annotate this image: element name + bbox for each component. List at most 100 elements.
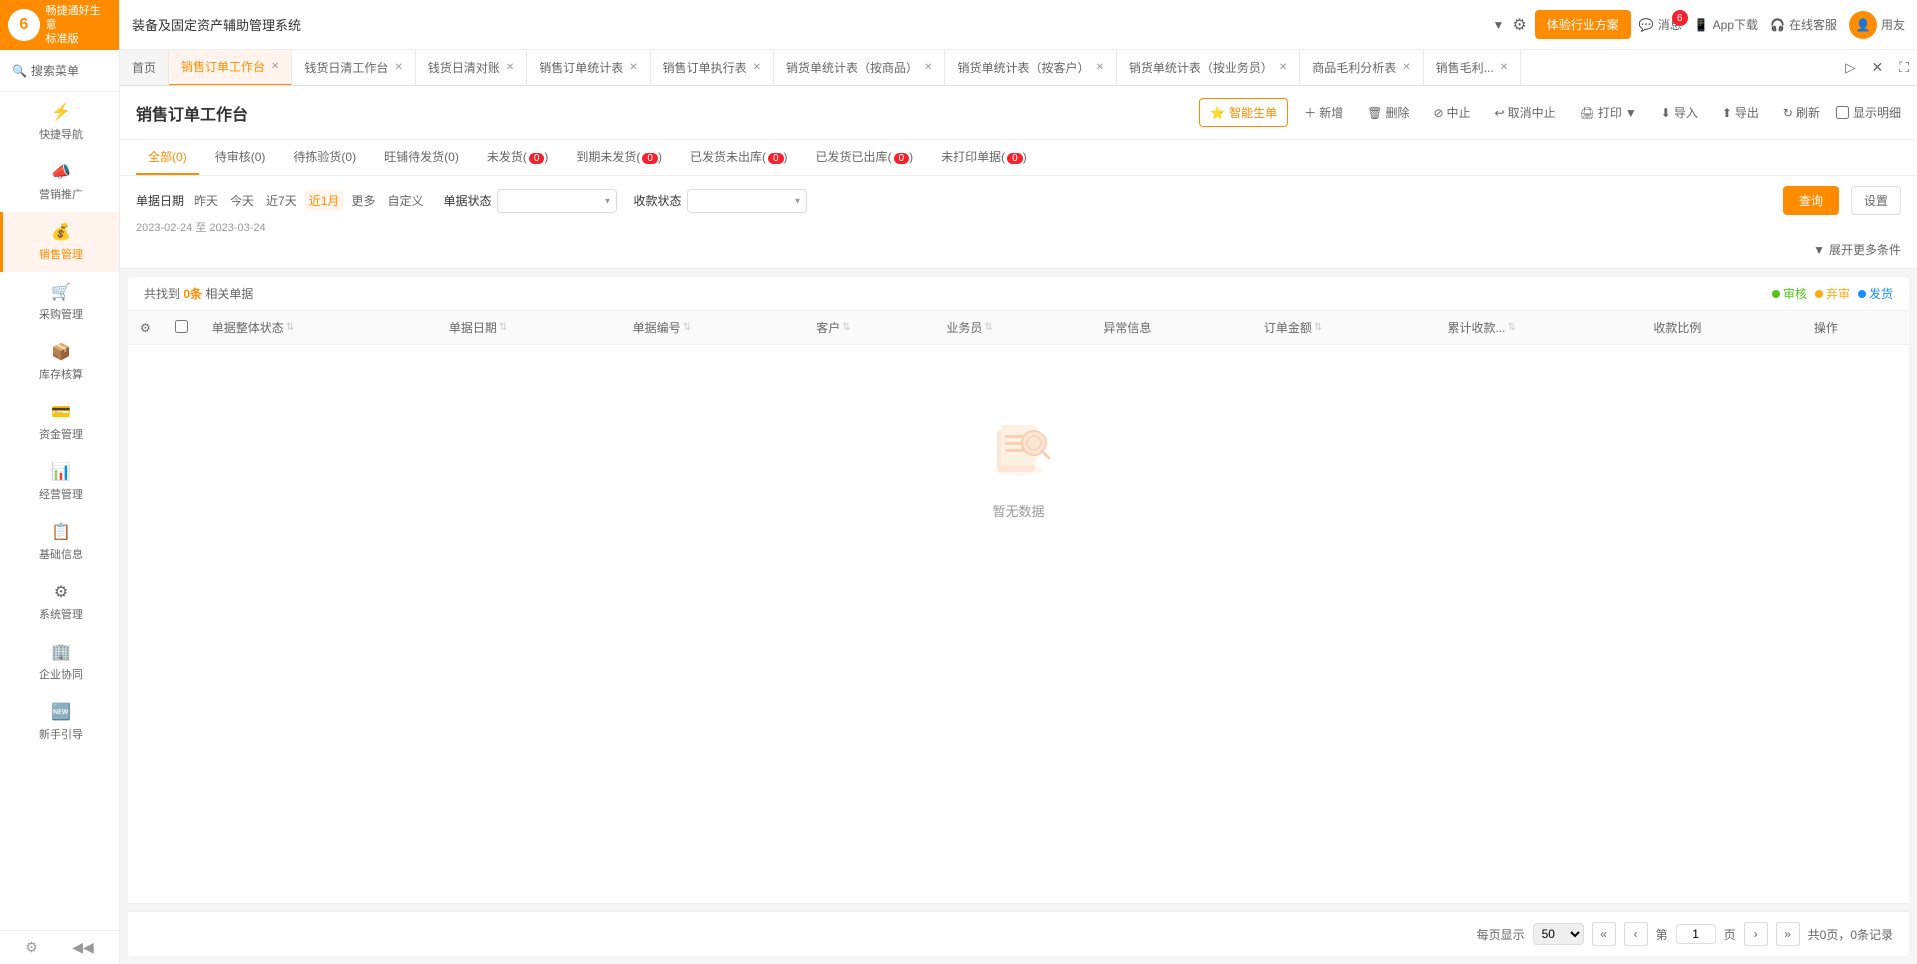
sidebar-item-base-info[interactable]: 📋 基础信息	[0, 512, 119, 572]
online-service-button[interactable]: 🎧 在线客服	[1770, 16, 1837, 33]
sub-tab-overdue-ship[interactable]: 到期未发货(0)	[564, 140, 674, 175]
page-size-select[interactable]: 102050100	[1533, 923, 1584, 945]
tab-close-icon[interactable]: ✕	[271, 61, 279, 72]
tab-sales-product[interactable]: 销货单统计表（按商品）✕	[774, 50, 945, 86]
industry-solution-button[interactable]: 体验行业方案	[1535, 10, 1631, 39]
tab-margin-table[interactable]: 商品毛利分析表✕	[1300, 50, 1423, 86]
base-info-icon: 📋	[51, 522, 71, 542]
date-sort[interactable]: 单据日期 ⇅	[449, 319, 609, 336]
prev-page-button[interactable]: ‹	[1624, 922, 1648, 946]
tab-cash-reconcile[interactable]: 钱货日清对账✕	[416, 50, 527, 86]
date-option-button[interactable]: 近7天	[262, 190, 301, 211]
sub-tab-not-shipped[interactable]: 未发货(0)	[475, 140, 561, 175]
sidebar-item-quick-nav[interactable]: ⚡快捷导航	[0, 92, 119, 152]
tab-cash-daily[interactable]: 钱货日清工作台✕	[292, 50, 415, 86]
tab-close-all-button[interactable]: ✕	[1863, 50, 1891, 86]
app-download-button[interactable]: 📱 App下载	[1694, 16, 1758, 33]
date-option-button[interactable]: 昨天	[190, 190, 222, 211]
tab-close-icon[interactable]: ✕	[394, 62, 402, 73]
refresh-button[interactable]: ↻ 刷新	[1775, 99, 1828, 126]
sidebar-item-system[interactable]: ⚙系统管理	[0, 572, 119, 632]
staff-sort[interactable]: 业务员 ⇅	[946, 319, 1079, 336]
tab-home[interactable]: 首页	[120, 50, 169, 86]
tab-more-button[interactable]: ▷	[1837, 50, 1863, 86]
tab-maximize-button[interactable]: ⛶	[1891, 50, 1917, 86]
tab-close-icon[interactable]: ✕	[1095, 62, 1103, 73]
cancel-stop-button[interactable]: ↩ 取消中止	[1487, 99, 1564, 126]
topbar-dropdown-button[interactable]: ▼	[1492, 18, 1504, 32]
status-select[interactable]	[497, 189, 617, 213]
user-menu-button[interactable]: 👤 用友	[1849, 11, 1905, 39]
tab-sales-customer[interactable]: 销货单统计表（按客户）✕	[945, 50, 1116, 86]
next-page-button[interactable]: ›	[1744, 922, 1768, 946]
sidebar-item-enterprise[interactable]: 🏢企业协同	[0, 632, 119, 692]
import-button[interactable]: ⬇ 导入	[1653, 99, 1706, 126]
sidebar-item-label: 基础信息	[39, 546, 83, 562]
sidebar-item-marketing[interactable]: 📣营销推广	[0, 152, 119, 212]
smart-create-button[interactable]: ⭐ 智能生单	[1199, 98, 1288, 127]
payment-select[interactable]	[687, 189, 807, 213]
sub-tab-not-printed[interactable]: 未打印单据(0)	[929, 140, 1039, 175]
select-all-checkbox[interactable]	[175, 320, 188, 333]
sidebar-item-operations[interactable]: 📊经营管理	[0, 452, 119, 512]
add-button[interactable]: ＋ 新增	[1296, 99, 1351, 126]
sub-tab-shipped-not-out[interactable]: 已发货未出库(0)	[678, 140, 800, 175]
print-button[interactable]: 🖨 打印 ▼	[1572, 99, 1645, 126]
horizontal-scrollbar[interactable]	[128, 903, 1909, 911]
tab-sales-more[interactable]: 销售毛利...✕	[1424, 50, 1521, 86]
last-page-button[interactable]: »	[1776, 922, 1800, 946]
search-icon: 🔍	[12, 64, 27, 78]
sidebar-item-guide[interactable]: 🆕新手引导	[0, 692, 119, 752]
status-sort[interactable]: 单据整体状态 ⇅	[212, 319, 425, 336]
sub-tab-pending-inspection[interactable]: 待拣验货(0)	[281, 140, 368, 175]
customer-sort[interactable]: 客户 ⇅	[816, 319, 922, 336]
set-button[interactable]: 设置	[1851, 186, 1901, 215]
tab-sales-exec[interactable]: 销售订单执行表✕	[651, 50, 774, 86]
delete-button[interactable]: 🗑 删除	[1359, 99, 1417, 126]
collapse-sidebar-button[interactable]: ◀◀	[72, 939, 94, 956]
sidebar-item-sales[interactable]: 💰销售管理	[0, 212, 119, 272]
first-page-button[interactable]: «	[1592, 922, 1616, 946]
topbar-settings-button[interactable]: ⚙	[1512, 15, 1526, 35]
sidebar-item-purchase[interactable]: 🛒采购管理	[0, 272, 119, 332]
page-number-input[interactable]	[1676, 924, 1716, 944]
query-button[interactable]: 查询	[1783, 186, 1839, 215]
tab-close-icon[interactable]: ✕	[1500, 62, 1508, 73]
tab-close-icon[interactable]: ✕	[506, 62, 514, 73]
show-detail-checkbox[interactable]	[1836, 106, 1849, 119]
stop-button[interactable]: ⊘ 中止	[1425, 99, 1478, 126]
sub-tab-all[interactable]: 全部(0)	[136, 140, 199, 175]
number-sort[interactable]: 单据编号 ⇅	[633, 319, 793, 336]
tab-sales-stat[interactable]: 销售订单统计表✕	[527, 50, 650, 86]
export-button[interactable]: ⬆ 导出	[1714, 99, 1767, 126]
table-scroll-container[interactable]: ⚙ 单据整体状态 ⇅	[128, 311, 1909, 903]
batch-cancel-audit-button[interactable]: 弃审	[1815, 285, 1850, 302]
tab-close-icon[interactable]: ✕	[753, 62, 761, 73]
expand-conditions-button[interactable]: ▼ 展开更多条件	[1813, 241, 1901, 258]
gear-icon[interactable]: ⚙	[140, 321, 151, 335]
date-option-button[interactable]: 更多	[347, 190, 379, 211]
collected-sort[interactable]: 累计收款... ⇅	[1447, 319, 1629, 336]
user-avatar: 👤	[1849, 11, 1877, 39]
message-button[interactable]: 💬 消息 6	[1639, 16, 1682, 33]
tab-close-icon[interactable]: ✕	[1279, 62, 1287, 73]
sub-tab-shipped-out[interactable]: 已发货已出库(0)	[804, 140, 926, 175]
search-menu-button[interactable]: 🔍 搜索菜单	[8, 58, 111, 83]
amount-sort[interactable]: 订单金额 ⇅	[1264, 319, 1424, 336]
date-option-button[interactable]: 今天	[226, 190, 258, 211]
batch-ship-button[interactable]: 发货	[1858, 285, 1893, 302]
tab-close-icon[interactable]: ✕	[924, 62, 932, 73]
tab-close-icon[interactable]: ✕	[1402, 62, 1410, 73]
settings-footer-button[interactable]: ⚙	[25, 939, 38, 956]
sidebar-item-inventory[interactable]: 📦库存核算	[0, 332, 119, 392]
date-option-button[interactable]: 近1月	[305, 190, 344, 211]
sidebar-item-finance[interactable]: 💳资金管理	[0, 392, 119, 452]
sub-tab-pending-review[interactable]: 待审核(0)	[203, 140, 278, 175]
tab-sales-order[interactable]: 销售订单工作台✕	[169, 50, 292, 86]
tab-close-icon[interactable]: ✕	[629, 62, 637, 73]
payment-filter: 收款状态	[633, 189, 807, 213]
tab-sales-staff[interactable]: 销货单统计表（按业务员）✕	[1117, 50, 1300, 86]
date-option-button[interactable]: 自定义	[383, 190, 427, 211]
batch-audit-button[interactable]: 审核	[1772, 285, 1807, 302]
sub-tab-wangpu-ship[interactable]: 旺铺待发货(0)	[372, 140, 471, 175]
